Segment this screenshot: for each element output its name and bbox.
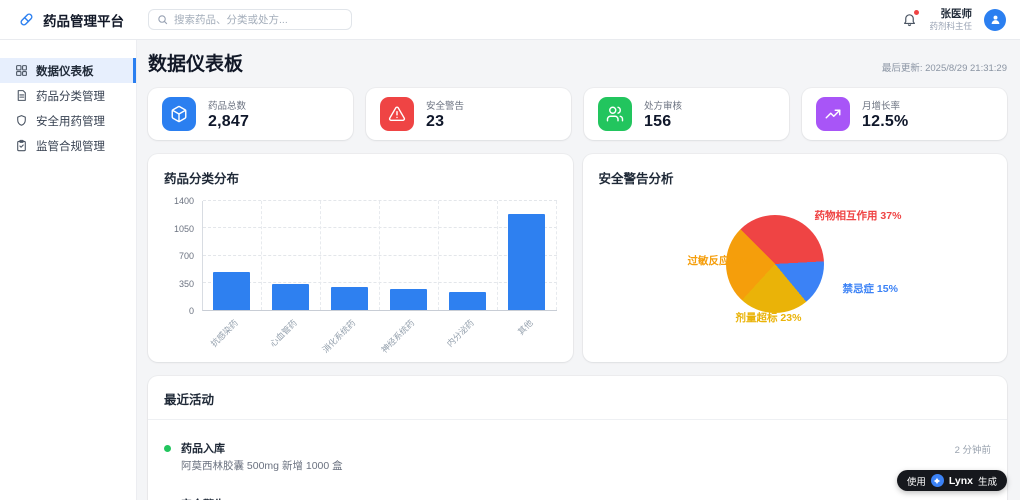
x-tick-label: 抗感染药 — [208, 317, 240, 349]
main-content: 数据仪表板 最后更新: 2025/8/29 21:31:29 药品总数 2,84… — [137, 40, 1020, 500]
stat-card-total-drugs: 药品总数 2,847 — [148, 88, 353, 140]
bar-chart-y-axis: 0 350 700 1050 1400 — [173, 196, 194, 316]
sidebar-item-label: 数据仪表板 — [36, 65, 94, 78]
search-icon — [157, 14, 168, 25]
badge-prefix: 使用 — [906, 476, 926, 488]
app-title: 药品管理平台 — [43, 13, 124, 29]
person-icon — [991, 15, 999, 24]
bar-消化系统药 — [331, 286, 369, 310]
stat-label: 安全警告 — [426, 100, 465, 112]
top-header: 药品管理平台 张医师 药剂科主任 — [0, 0, 1020, 40]
sidebar-item-categories[interactable]: 药品分类管理 — [0, 83, 136, 108]
pill-icon — [18, 11, 35, 28]
stat-label: 月增长率 — [862, 100, 901, 112]
stat-card-safety-alerts: 安全警告 23 — [366, 88, 571, 140]
stat-card-monthly-growth: 月增长率 12.5% — [802, 88, 1007, 140]
app-logo: 药品管理平台 — [0, 10, 148, 30]
sidebar-item-compliance[interactable]: 监管合规管理 — [0, 133, 136, 158]
sidebar-item-label: 药品分类管理 — [36, 90, 105, 103]
pie-label-overdose: 剂量超标 23% — [735, 312, 802, 324]
notification-dot — [914, 10, 920, 15]
clipboard-check-icon — [15, 139, 28, 152]
badge-brand: Lynx — [948, 474, 973, 487]
bar-其他 — [508, 214, 546, 310]
dashboard-icon — [15, 64, 28, 77]
recent-activity-title: 最近活动 — [148, 376, 1007, 420]
activity-desc: 阿莫西林胶囊 500mg 新增 1000 盒 — [181, 460, 343, 472]
pie-label-contraindication: 禁忌症 15% — [842, 283, 898, 295]
x-tick-label: 其他 — [515, 317, 535, 337]
activity-row-stock-in: 药品入库 阿莫西林胶囊 500mg 新增 1000 盒 2 分钟前 — [164, 428, 991, 484]
x-tick-label: 神经系统药 — [379, 317, 417, 355]
activity-title: 药品入库 — [181, 443, 225, 455]
user-role: 药剂科主任 — [929, 20, 972, 31]
bar-内分泌药 — [449, 292, 487, 310]
lynx-logo-icon — [930, 474, 944, 487]
stat-card-prescription-review: 处方审核 156 — [584, 88, 789, 140]
pie-chart-card: 安全警告分析 药物相互作用 37% 禁忌症 15% 剂量超标 23% 过敏反应 … — [582, 154, 1007, 362]
pie-label-allergy: 过敏反应 26% — [687, 255, 754, 267]
stat-label: 药品总数 — [208, 100, 247, 112]
status-dot — [164, 445, 171, 452]
x-tick-label: 内分泌药 — [444, 317, 476, 349]
x-tick-label: 心血管药 — [267, 317, 299, 349]
x-tick-label: 消化系统药 — [320, 317, 358, 355]
bar-抗感染药 — [213, 272, 251, 310]
pie-chart-title: 安全警告分析 — [598, 172, 674, 186]
user-name: 张医师 — [940, 7, 973, 20]
stat-value: 23 — [426, 112, 445, 130]
bar-心血管药 — [272, 283, 310, 310]
activity-title: 安全警告 — [181, 496, 328, 500]
stat-value: 2,847 — [208, 112, 250, 130]
global-search[interactable] — [148, 9, 352, 30]
sidebar-item-label: 监管合规管理 — [36, 140, 105, 153]
user-avatar[interactable] — [984, 8, 1006, 31]
search-input[interactable] — [174, 13, 343, 26]
bar-chart-card: 药品分类分布 0 350 700 1050 1400 抗感染药 心血管药 消化系统药 神经系统… — [148, 154, 573, 362]
activity-row-safety-alert: 安全警告 华法林与阿司匹林相互作用检测 — [164, 484, 991, 500]
sidebar-item-dashboard[interactable]: 数据仪表板 — [0, 58, 136, 83]
activity-time: 2 分钟前 — [954, 445, 991, 456]
user-info: 张医师 药剂科主任 — [929, 8, 972, 32]
notifications-button[interactable] — [902, 10, 920, 27]
page-title: 数据仪表板 — [148, 54, 244, 75]
users-icon — [598, 97, 632, 131]
safety-alert-pie-chart: 药物相互作用 37% 禁忌症 15% 剂量超标 23% 过敏反应 26% — [599, 190, 992, 356]
last-updated: 最后更新: 2025/8/29 21:31:29 — [881, 63, 1007, 74]
sidebar-item-label: 安全用药管理 — [36, 115, 105, 128]
stat-value: 156 — [644, 112, 672, 130]
package-icon — [162, 97, 196, 131]
lynx-badge[interactable]: 使用 Lynx 生成 — [896, 470, 1007, 491]
badge-suffix: 生成 — [977, 476, 997, 488]
warning-triangle-icon — [380, 97, 414, 131]
pie-label-drug-interaction: 药物相互作用 37% — [814, 210, 902, 222]
sidebar: 数据仪表板 药品分类管理 安全用药管理 监管合规管理 — [0, 40, 137, 500]
drug-category-bar-chart: 0 350 700 1050 1400 抗感染药 心血管药 消化系统药 神经系统药 内分泌药 其他 — [164, 196, 557, 355]
stat-label: 处方审核 — [644, 100, 683, 112]
bar-神经系统药 — [390, 289, 428, 310]
bar-chart-plot: 抗感染药 心血管药 消化系统药 神经系统药 内分泌药 其他 — [202, 200, 557, 355]
document-icon — [15, 89, 28, 102]
recent-activity-card: 最近活动 药品入库 阿莫西林胶囊 500mg 新增 1000 盒 2 分钟前 安… — [148, 376, 1007, 500]
shield-icon — [15, 114, 28, 127]
stat-value: 12.5% — [862, 112, 909, 130]
bar-chart-title: 药品分类分布 — [164, 172, 240, 186]
stat-cards-row: 药品总数 2,847 安全警告 23 处方审核 156 月增长率 12.5% — [148, 88, 1007, 140]
sidebar-item-safety[interactable]: 安全用药管理 — [0, 108, 136, 133]
trend-up-icon — [816, 97, 850, 131]
